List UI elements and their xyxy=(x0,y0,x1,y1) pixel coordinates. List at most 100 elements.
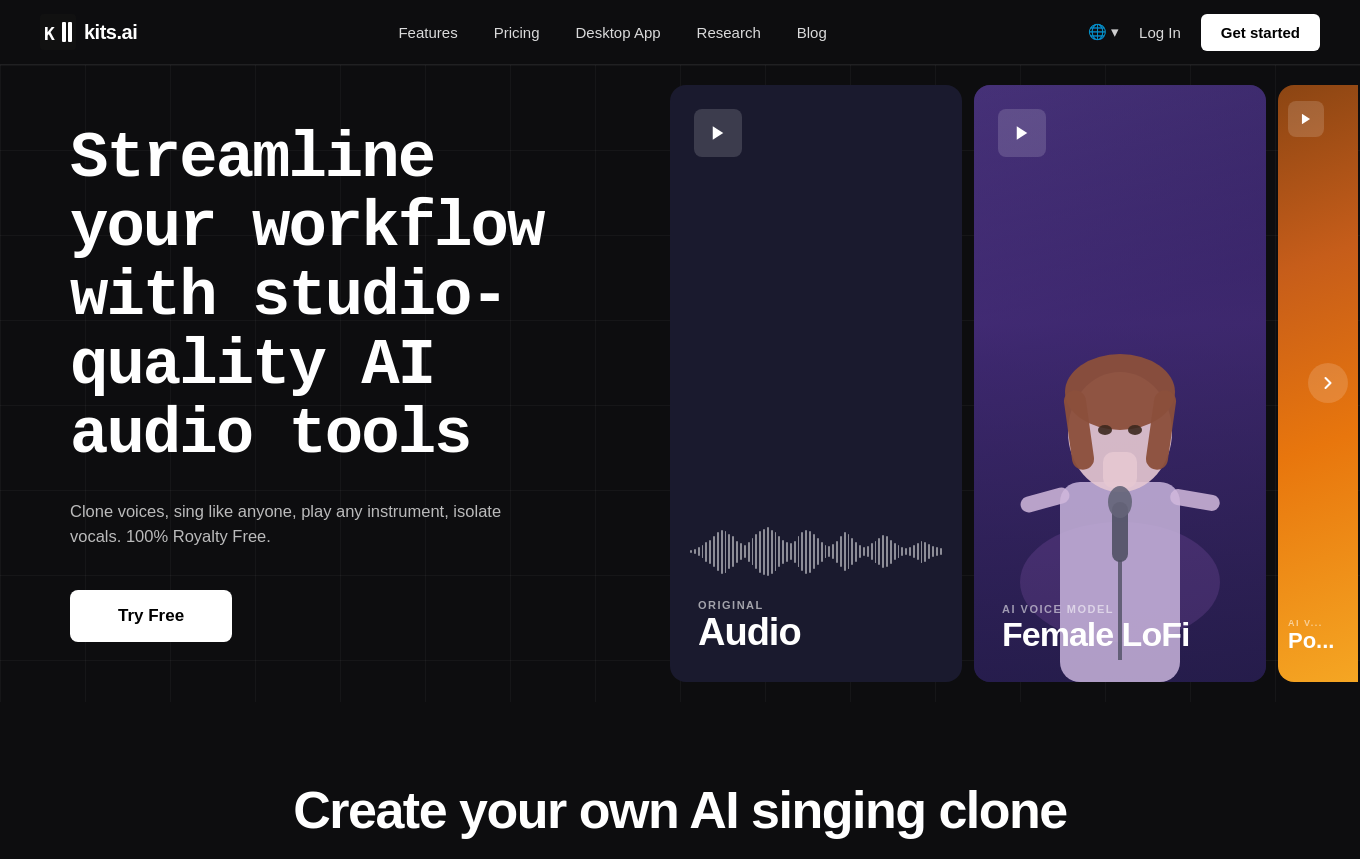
waveform-bar xyxy=(836,541,838,563)
waveform-bar xyxy=(825,545,827,558)
hero-section: Streamline your workflow with studio-qua… xyxy=(0,65,1360,702)
waveform-bar xyxy=(894,543,896,561)
waveform-bar xyxy=(755,534,757,569)
hero-title: Streamline your workflow with studio-qua… xyxy=(70,125,610,471)
waveform-bar xyxy=(940,548,942,555)
waveform-bar xyxy=(736,541,738,563)
waveform-bar xyxy=(882,535,884,568)
waveform-bar xyxy=(936,547,938,556)
clone-section-title: Create your own AI singing clone xyxy=(40,782,1320,839)
logo-icon: K xyxy=(40,14,76,50)
waveform-bar xyxy=(851,538,853,566)
card-badge-partial: AI V... xyxy=(1288,618,1334,628)
nav-link-desktop-app[interactable]: Desktop App xyxy=(576,24,661,41)
waveform-bar xyxy=(725,531,727,573)
get-started-button[interactable]: Get started xyxy=(1201,14,1320,51)
card-bottom-female-lofi: AI VOICE MODEL Female LoFi xyxy=(1002,603,1189,654)
nav-links: Features Pricing Desktop App Research Bl… xyxy=(398,24,826,41)
play-icon xyxy=(709,124,727,142)
chevron-right-icon xyxy=(1318,373,1338,393)
waveform-bar xyxy=(840,536,842,567)
waveform-bar xyxy=(782,540,784,564)
waveform-bar xyxy=(805,530,807,574)
svg-point-17 xyxy=(1108,486,1132,518)
language-selector[interactable]: 🌐 ▾ xyxy=(1088,23,1119,41)
waveform-bar xyxy=(763,529,765,575)
waveform-bar xyxy=(905,548,907,555)
waveform-bar xyxy=(752,538,754,566)
waveform-bar xyxy=(863,547,865,556)
waveform-bar xyxy=(890,540,892,564)
svg-marker-20 xyxy=(1302,114,1310,125)
play-icon-2 xyxy=(1013,124,1031,142)
next-button[interactable] xyxy=(1308,363,1348,403)
nav-link-features[interactable]: Features xyxy=(398,24,457,41)
waveform-bar xyxy=(809,531,811,573)
play-button-partial[interactable] xyxy=(1288,101,1324,137)
play-button-female-lofi[interactable] xyxy=(998,109,1046,157)
waveform-bar xyxy=(771,530,773,574)
waveform-bar xyxy=(924,542,926,562)
waveform-bar xyxy=(702,545,704,558)
login-button[interactable]: Log In xyxy=(1139,24,1181,41)
waveform-bar xyxy=(859,545,861,558)
clone-section: Create your own AI singing clone Studio … xyxy=(0,702,1360,859)
logo[interactable]: K kits.ai xyxy=(40,14,137,50)
waveform-bar xyxy=(867,546,869,557)
waveform-bar xyxy=(705,542,707,562)
try-free-button[interactable]: Try Free xyxy=(70,590,232,642)
waveform-bar xyxy=(790,543,792,560)
waveform-bar xyxy=(775,532,777,571)
waveform-bar xyxy=(794,541,796,563)
card-female-lofi[interactable]: AI VOICE MODEL Female LoFi xyxy=(974,85,1266,682)
waveform-bar xyxy=(798,536,800,567)
chevron-down-icon: ▾ xyxy=(1111,23,1119,41)
card-original-audio[interactable]: ORIGINAL Audio xyxy=(670,85,962,682)
waveform-bar xyxy=(732,536,734,567)
waveform-bar xyxy=(886,536,888,567)
card-title-audio: Audio xyxy=(698,611,801,654)
waveform-bar xyxy=(828,546,830,557)
waveform-bar xyxy=(855,542,857,562)
play-icon-3 xyxy=(1299,112,1313,126)
nav-link-research[interactable]: Research xyxy=(697,24,761,41)
hero-left: Streamline your workflow with studio-qua… xyxy=(0,65,670,702)
waveform-bar xyxy=(713,536,715,567)
waveform-bar xyxy=(898,545,900,558)
waveform-bar xyxy=(871,543,873,560)
svg-rect-2 xyxy=(62,22,66,42)
waveform-bar xyxy=(698,547,700,556)
waveform-bar xyxy=(821,542,823,562)
waveform-bar xyxy=(928,544,930,559)
waveform-bar xyxy=(709,540,711,564)
waveform-bar xyxy=(767,527,769,577)
navbar: K kits.ai Features Pricing Desktop App R… xyxy=(0,0,1360,65)
waveform-bar xyxy=(778,536,780,567)
waveform-bar xyxy=(786,542,788,562)
waveform-bar xyxy=(932,546,934,557)
waveform xyxy=(690,522,942,582)
svg-point-15 xyxy=(1128,425,1142,435)
nav-right: 🌐 ▾ Log In Get started xyxy=(1088,14,1320,51)
nav-link-pricing[interactable]: Pricing xyxy=(494,24,540,41)
waveform-bar xyxy=(901,547,903,556)
svg-rect-3 xyxy=(68,22,72,42)
play-button-audio[interactable] xyxy=(694,109,742,157)
svg-text:K: K xyxy=(44,23,55,44)
nav-link-blog[interactable]: Blog xyxy=(797,24,827,41)
svg-marker-19 xyxy=(1017,126,1028,140)
card-badge-female-lofi: AI VOICE MODEL xyxy=(1002,603,1189,615)
waveform-bar xyxy=(921,541,923,563)
waveform-bar xyxy=(694,549,696,555)
svg-marker-4 xyxy=(713,126,724,140)
waveform-bar xyxy=(848,534,850,569)
hero-cards: ORIGINAL Audio xyxy=(670,65,1360,702)
waveform-bar xyxy=(690,550,692,553)
waveform-bar xyxy=(717,532,719,571)
hero-subtitle: Clone voices, sing like anyone, play any… xyxy=(70,499,550,550)
waveform-bar xyxy=(748,542,750,562)
waveform-bar xyxy=(759,531,761,573)
waveform-bar xyxy=(878,538,880,566)
waveform-bar xyxy=(832,544,834,559)
globe-icon: 🌐 xyxy=(1088,23,1107,41)
